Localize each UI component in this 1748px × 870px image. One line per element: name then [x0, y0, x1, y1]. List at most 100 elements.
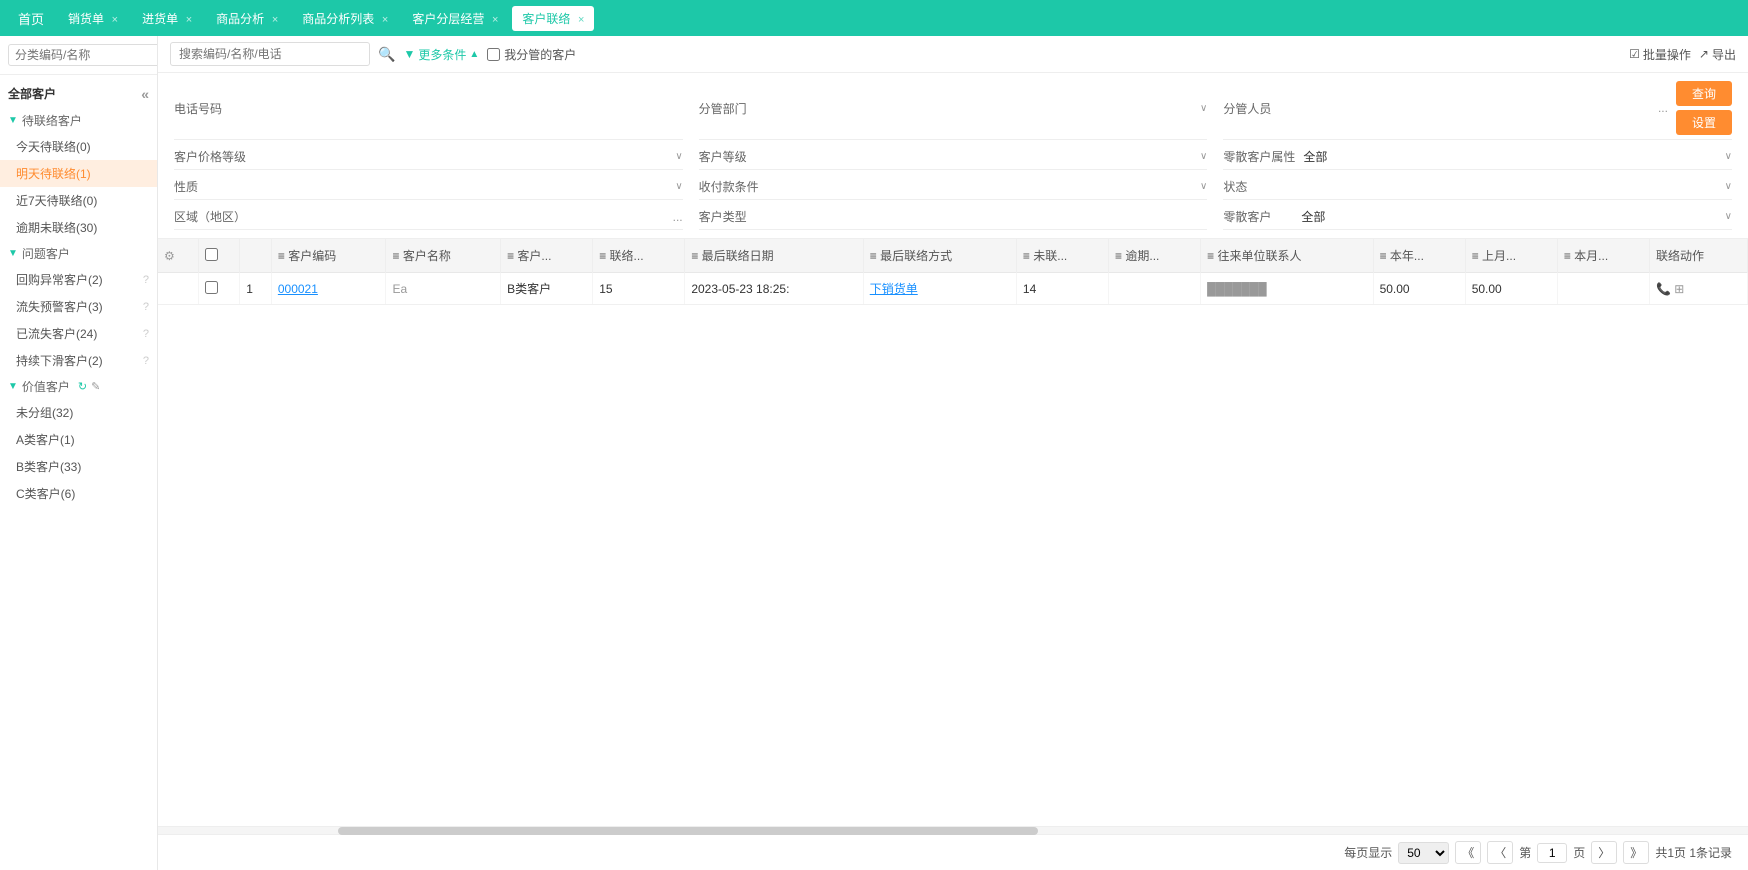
my-customers-checkbox[interactable]: [487, 48, 500, 61]
scrollbar-thumb[interactable]: [338, 827, 1038, 835]
sidebar-item-abnormal[interactable]: 回购异常客户(2) ?: [0, 266, 157, 293]
sidebar-group-problem[interactable]: ▼ 问题客户: [0, 241, 157, 266]
price-grade-select[interactable]: ∨: [254, 151, 683, 162]
batch-op-btn[interactable]: ☑ 批量操作: [1629, 46, 1691, 63]
select-all-checkbox[interactable]: [205, 248, 218, 261]
col-last-method: ≡ 最后联络方式: [863, 239, 1016, 273]
phone-input[interactable]: [252, 101, 683, 115]
row-last-method[interactable]: 下销货单: [863, 273, 1016, 305]
sidebar-item-overdue[interactable]: 逾期未联络(30): [0, 214, 157, 241]
col-code: ≡ 客户编码: [271, 239, 386, 273]
nav-purchase[interactable]: 进货单 ×: [132, 6, 202, 31]
sidebar-group-pending[interactable]: ▼ 待联络客户: [0, 108, 157, 133]
filter-price-grade: 客户价格等级 ∨: [174, 148, 683, 170]
filter-customer-type: 客户类型: [699, 208, 1208, 230]
close-icon[interactable]: ×: [272, 14, 278, 26]
export-btn[interactable]: ↗ 导出: [1699, 46, 1736, 63]
sidebar-all-customers[interactable]: 全部客户 «: [0, 79, 157, 108]
more-conditions-btn[interactable]: ▼ 更多条件 ▲: [403, 46, 479, 63]
sidebar-item-b[interactable]: B类客户(33): [0, 453, 157, 480]
sidebar-item-ungrouped[interactable]: 未分组(32): [0, 399, 157, 426]
last-page-btn[interactable]: 》: [1623, 841, 1649, 864]
row-type: B类客户: [501, 273, 593, 305]
gender-label: 性质: [174, 178, 244, 195]
payment-label: 收付款条件: [699, 178, 769, 195]
checkbox-icon: ☑: [1629, 47, 1640, 61]
row-name[interactable]: Ea: [386, 273, 501, 305]
gear-icon[interactable]: ⚙: [164, 249, 175, 263]
customer-table: ⚙ ≡ 客户编码 ≡ 客户名称: [158, 239, 1748, 305]
page-size-select[interactable]: 50 100 200: [1398, 842, 1449, 864]
price-grade-label: 客户价格等级: [174, 148, 246, 165]
search-input[interactable]: [170, 42, 370, 66]
phone-action-icon[interactable]: 📞: [1656, 282, 1671, 296]
chevron-down-icon: ∨: [675, 151, 682, 162]
retail-attr-label: 零散客户属性: [1223, 148, 1295, 165]
chevron-down-icon: ∨: [1200, 103, 1207, 114]
qr-action-icon[interactable]: ⊞: [1674, 282, 1684, 296]
nav-analysis[interactable]: 商品分析 ×: [206, 6, 288, 31]
close-icon[interactable]: ×: [186, 14, 192, 26]
payment-select[interactable]: ∨: [777, 181, 1208, 192]
row-code[interactable]: 000021: [271, 273, 386, 305]
region-more-icon[interactable]: ...: [673, 210, 683, 224]
retail-customer-select[interactable]: ∨: [1521, 211, 1732, 222]
col-unit-contact: ≡ 往来单位联系人: [1201, 239, 1373, 273]
nav-analysis-list[interactable]: 商品分析列表 ×: [292, 6, 398, 31]
page-label: 第: [1519, 844, 1531, 861]
sidebar-item-c[interactable]: C类客户(6): [0, 480, 157, 507]
row-contacts: 15: [593, 273, 685, 305]
manager-input[interactable]: [1301, 101, 1646, 115]
col-index: [240, 239, 272, 273]
my-customers-filter[interactable]: 我分管的客户: [487, 46, 576, 63]
set-btn[interactable]: 设置: [1676, 110, 1732, 135]
manager-more-icon[interactable]: ...: [1658, 101, 1668, 115]
sidebar-item-declining[interactable]: 持续下滑客户(2) ?: [0, 347, 157, 374]
nav-customer-contact[interactable]: 客户联络 ×: [512, 6, 594, 31]
sidebar-item-a[interactable]: A类客户(1): [0, 426, 157, 453]
search-button[interactable]: 🔍: [378, 46, 395, 63]
close-icon[interactable]: ×: [492, 14, 498, 26]
customer-grade-select[interactable]: ∨: [777, 151, 1208, 162]
close-icon[interactable]: ×: [112, 14, 118, 26]
row-this-year: 50.00: [1373, 273, 1465, 305]
nav-home[interactable]: 首页: [8, 5, 54, 32]
dept-select[interactable]: ∨: [777, 103, 1208, 114]
help-icon: ?: [143, 355, 149, 367]
retail-attr-value: 全部: [1303, 148, 1513, 165]
status-select[interactable]: ∨: [1301, 181, 1732, 192]
region-input[interactable]: [254, 210, 661, 224]
arrow-icon: ▼: [8, 115, 18, 126]
col-contacts: ≡ 联络...: [593, 239, 685, 273]
sidebar-item-tomorrow[interactable]: 明天待联络(1): [0, 160, 157, 187]
sidebar: 🔍 全部客户 « ▼ 待联络客户 今天待联络(0) 明天待联络(1) 近7天待联…: [0, 36, 158, 870]
gender-select[interactable]: ∨: [252, 181, 683, 192]
edit-icon[interactable]: ✎: [91, 380, 100, 393]
next-page-btn[interactable]: 〉: [1591, 841, 1617, 864]
prev-page-btn[interactable]: 〈: [1487, 841, 1513, 864]
sidebar-group-value[interactable]: ▼ 价值客户 ↻ ✎: [0, 374, 157, 399]
row-last-month: 50.00: [1465, 273, 1557, 305]
page-input[interactable]: 1: [1537, 843, 1567, 863]
sidebar-item-warning[interactable]: 流失预警客户(3) ?: [0, 293, 157, 320]
dept-label: 分管部门: [699, 100, 769, 117]
query-btn[interactable]: 查询: [1676, 81, 1732, 106]
filter-icon: ▼: [403, 47, 415, 61]
sidebar-item-week[interactable]: 近7天待联络(0): [0, 187, 157, 214]
group-title-problem: 问题客户: [22, 245, 70, 262]
nav-customer-segment[interactable]: 客户分层经营 ×: [402, 6, 508, 31]
refresh-icon[interactable]: ↻: [78, 380, 87, 393]
sidebar-search-input[interactable]: [8, 44, 158, 66]
customer-type-input[interactable]: [777, 210, 1208, 224]
first-page-btn[interactable]: 《: [1455, 841, 1481, 864]
retail-attr-select[interactable]: ∨: [1522, 151, 1732, 162]
sidebar-item-lost[interactable]: 已流失客户(24) ?: [0, 320, 157, 347]
close-icon[interactable]: ×: [382, 14, 388, 26]
row-select-checkbox[interactable]: [205, 281, 218, 294]
nav-sales[interactable]: 销货单 ×: [58, 6, 128, 31]
horizontal-scrollbar[interactable]: [158, 826, 1748, 834]
sidebar-item-today[interactable]: 今天待联络(0): [0, 133, 157, 160]
col-type: ≡ 客户...: [501, 239, 593, 273]
filter-phone: 电话号码: [174, 81, 683, 140]
close-icon[interactable]: ×: [578, 14, 584, 26]
